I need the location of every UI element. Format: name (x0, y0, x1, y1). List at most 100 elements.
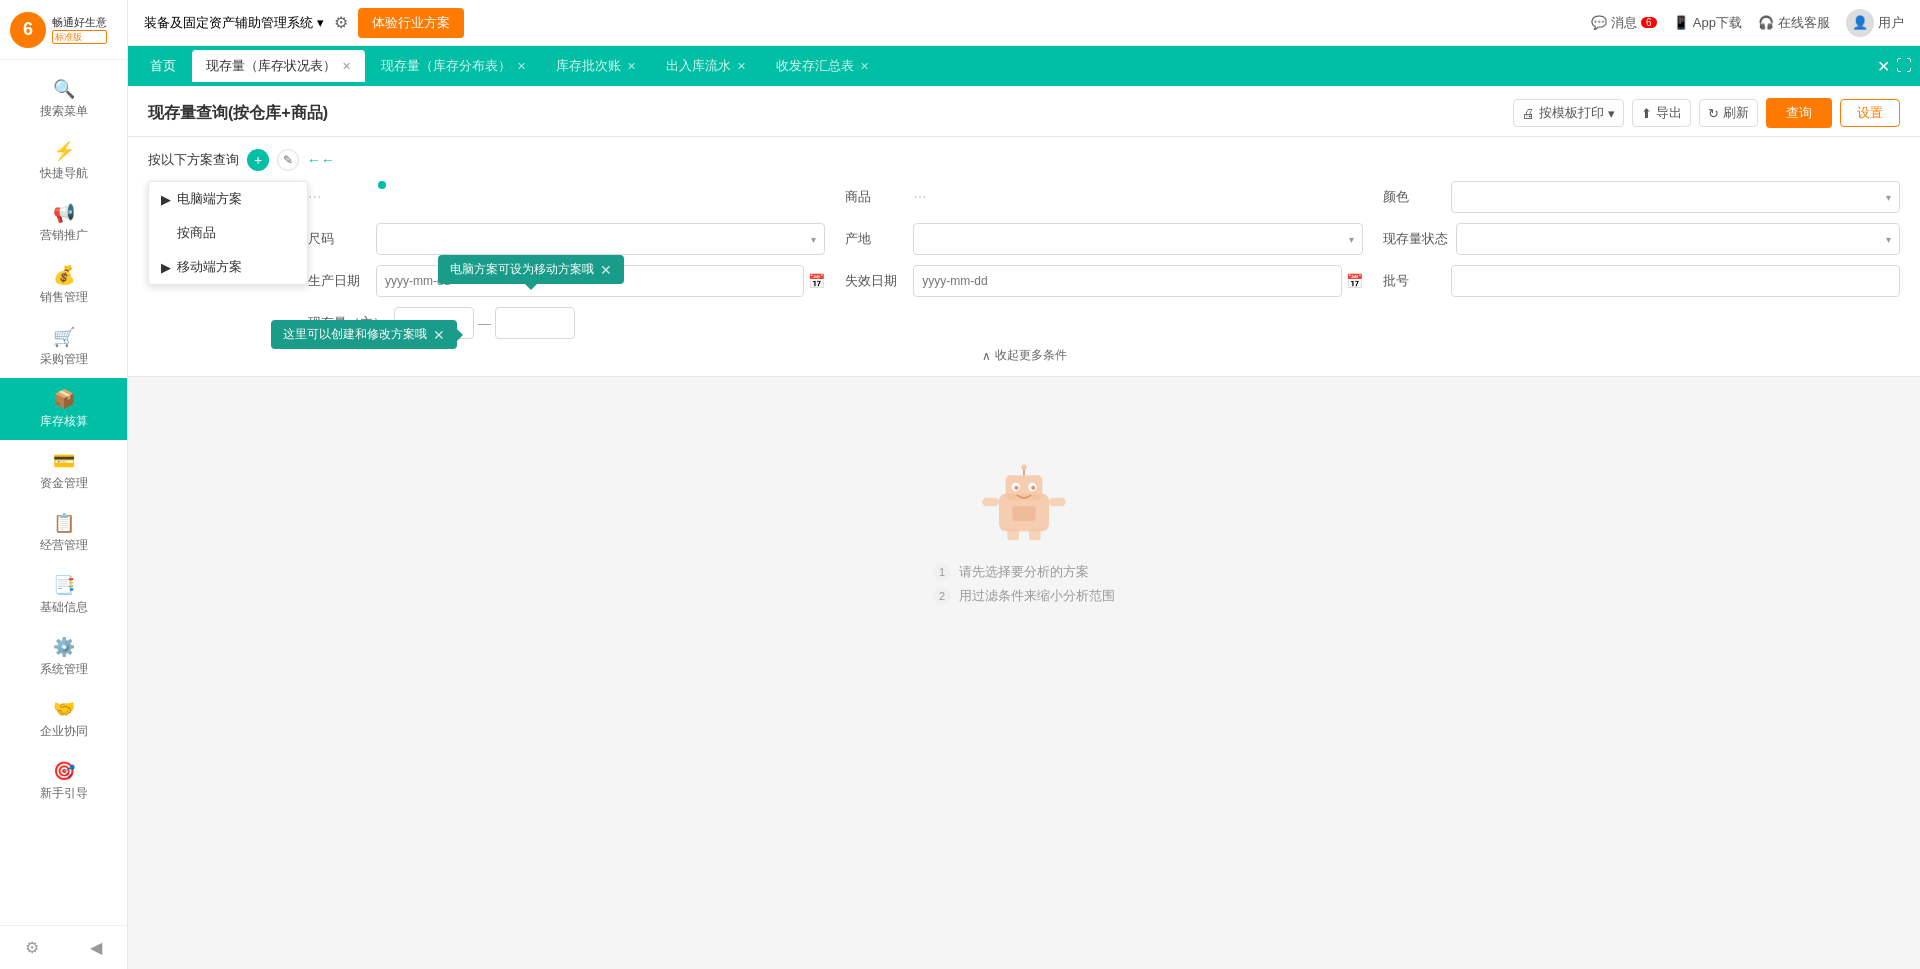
set-button[interactable]: 设置 (1840, 99, 1900, 127)
filter-add-btn[interactable]: + (247, 149, 269, 171)
refresh-button[interactable]: ↻ 刷新 (1699, 99, 1758, 127)
tab-flow-label: 出入库流水 (666, 57, 731, 75)
tab-flow[interactable]: 出入库流水 ✕ (652, 50, 760, 82)
stock-status-arrow: ▾ (1886, 234, 1891, 245)
print-label: 按模板打印 (1539, 104, 1604, 122)
sidebar-label-inventory: 库存核算 (40, 413, 88, 430)
sidebar-nav: 🔍 搜索菜单 ⚡ 快捷导航 📢 营销推广 💰 销售管理 🛒 采购管理 📦 库存核… (0, 60, 127, 925)
batch-input[interactable] (1451, 265, 1900, 297)
user-action[interactable]: 👤 用户 (1846, 9, 1904, 37)
message-action[interactable]: 💬 消息 6 (1591, 14, 1657, 32)
sidebar-item-system[interactable]: ⚙️ 系统管理 (0, 626, 127, 688)
tab-fullscreen-icon[interactable]: ⛶ (1896, 57, 1912, 75)
tab-batch[interactable]: 库存批次账 ✕ (542, 50, 650, 82)
sidebar-item-quick[interactable]: ⚡ 快捷导航 (0, 130, 127, 192)
tooltip-text-1: 电脑方案可设为移动方案哦 (450, 261, 594, 278)
tab-home[interactable]: 首页 (136, 50, 190, 82)
tip-text-2: 用过滤条件来缩小分析范围 (959, 587, 1115, 605)
online-service-label: 在线客服 (1778, 14, 1830, 32)
filter-row-1: ··· 商品 ··· 颜色 ▾ (308, 181, 1900, 213)
filter-group-color: 颜色 ▾ (1383, 181, 1900, 213)
sidebar-label-sales: 销售管理 (40, 289, 88, 306)
app-download-action[interactable]: 📱 App下载 (1673, 14, 1742, 32)
refresh-label: 刷新 (1723, 104, 1749, 122)
origin-label: 产地 (845, 230, 905, 248)
tab-inventory-dist-close[interactable]: ✕ (517, 60, 526, 73)
collapse-sidebar-btn[interactable]: ◀ (90, 938, 102, 957)
empty-state: 1 请先选择要分析的方案 2 用过滤条件来缩小分析范围 (128, 377, 1920, 685)
filter-group-batch: 批号 (1383, 265, 1900, 297)
scheme-item-goods[interactable]: 按商品 (149, 216, 307, 250)
query-button[interactable]: 查询 (1766, 98, 1832, 128)
tab-inventory-dist[interactable]: 现存量（库存分布表） ✕ (367, 50, 540, 82)
page-title: 现存量查询(按仓库+商品) (148, 103, 328, 124)
sidebar-item-marketing[interactable]: 📢 营销推广 (0, 192, 127, 254)
tab-flow-close[interactable]: ✕ (737, 60, 746, 73)
filter-row-2: 尺码 ▾ 产地 ▾ 现存量状态 (308, 223, 1900, 255)
tab-home-label: 首页 (150, 57, 176, 75)
sidebar-item-operation[interactable]: 📋 经营管理 (0, 502, 127, 564)
online-service-action[interactable]: 🎧 在线客服 (1758, 14, 1830, 32)
tab-inventory-status-close[interactable]: ✕ (342, 60, 351, 73)
app-badge: 标准版 (52, 30, 107, 45)
sidebar-item-basic[interactable]: 📑 基础信息 (0, 564, 127, 626)
header-left: 装备及固定资产辅助管理系统 ▾ ⚙ 体验行业方案 (144, 8, 464, 38)
sidebar-item-guide[interactable]: 🎯 新手引导 (0, 750, 127, 812)
sidebar-item-sales[interactable]: 💰 销售管理 (0, 254, 127, 316)
print-button[interactable]: 🖨 按模板打印 ▾ (1513, 99, 1624, 127)
handshake-icon: 🤝 (53, 698, 75, 720)
filter-back-arrow[interactable]: ←← (307, 152, 335, 168)
color-select[interactable]: ▾ (1451, 181, 1900, 213)
experience-button[interactable]: 体验行业方案 (358, 8, 464, 38)
size-select[interactable]: ▾ (376, 223, 825, 255)
origin-select[interactable]: ▾ (913, 223, 1362, 255)
sidebar-label-marketing: 营销推广 (40, 227, 88, 244)
svg-point-5 (1031, 486, 1035, 490)
filter-edit-btn[interactable]: ✎ (277, 149, 299, 171)
search-icon: 🔍 (53, 78, 75, 100)
tab-inventory-status[interactable]: 现存量（库存状况表） ✕ (192, 50, 365, 82)
box-icon: 📦 (53, 388, 75, 410)
scheme-tree: ▶ 电脑端方案 按商品 ▶ 移动端方案 (148, 181, 308, 285)
page-actions: 🖨 按模板打印 ▾ ⬆ 导出 ↻ 刷新 查询 设置 (1513, 98, 1900, 128)
export-button[interactable]: ⬆ 导出 (1632, 99, 1691, 127)
clipboard-icon: 📋 (53, 512, 75, 534)
sidebar-item-search[interactable]: 🔍 搜索菜单 (0, 68, 127, 130)
scheme-arrow-mobile: ▶ (161, 260, 171, 275)
tooltip-scheme-mobile: 电脑方案可设为移动方案哦 ✕ (438, 255, 624, 284)
filter-label: 按以下方案查询 (148, 151, 239, 169)
scheme-item-pc[interactable]: ▶ 电脑端方案 (149, 182, 307, 216)
sidebar-label-search: 搜索菜单 (40, 103, 88, 120)
tooltip-1-close[interactable]: ✕ (600, 262, 612, 278)
system-name-dropdown[interactable]: 装备及固定资产辅助管理系统 ▾ (144, 14, 324, 32)
sidebar-item-finance[interactable]: 💳 资金管理 (0, 440, 127, 502)
tab-batch-close[interactable]: ✕ (627, 60, 636, 73)
export-icon: ⬆ (1641, 106, 1652, 121)
origin-select-arrow: ▾ (1349, 234, 1354, 245)
header-settings-icon[interactable]: ⚙ (334, 13, 348, 32)
tab-summary-close[interactable]: ✕ (860, 60, 869, 73)
sidebar-label-guide: 新手引导 (40, 785, 88, 802)
tab-close-all-icon[interactable]: ✕ (1877, 57, 1890, 76)
tab-summary[interactable]: 收发存汇总表 ✕ (762, 50, 883, 82)
stock-qty-max[interactable] (495, 307, 575, 339)
logo-icon: 6 (10, 12, 46, 48)
prod-date-start-icon[interactable]: 📅 (808, 273, 825, 289)
sidebar-item-cooperation[interactable]: 🤝 企业协同 (0, 688, 127, 750)
sidebar-item-inventory[interactable]: 📦 库存核算 (0, 378, 127, 440)
tooltip-2-close[interactable]: ✕ (433, 327, 445, 343)
settings-bottom-btn[interactable]: ⚙ (25, 938, 39, 957)
scheme-label-mobile: 移动端方案 (177, 258, 242, 276)
size-select-arrow: ▾ (811, 234, 816, 245)
headset-icon: 🎧 (1758, 15, 1774, 30)
empty-tips: 1 请先选择要分析的方案 2 用过滤条件来缩小分析范围 (933, 563, 1115, 605)
sidebar-item-purchase[interactable]: 🛒 采购管理 (0, 316, 127, 378)
exp-date-start-icon[interactable]: 📅 (1346, 273, 1363, 289)
scheme-item-mobile[interactable]: ▶ 移动端方案 (149, 250, 307, 284)
exp-date-start[interactable] (913, 265, 1341, 297)
sidebar-label-operation: 经营管理 (40, 537, 88, 554)
scheme-label-goods: 按商品 (177, 224, 216, 242)
tab-inventory-dist-label: 现存量（库存分布表） (381, 57, 511, 75)
collapse-arrow-icon: ∧ (982, 349, 991, 363)
stock-status-select[interactable]: ▾ (1456, 223, 1900, 255)
